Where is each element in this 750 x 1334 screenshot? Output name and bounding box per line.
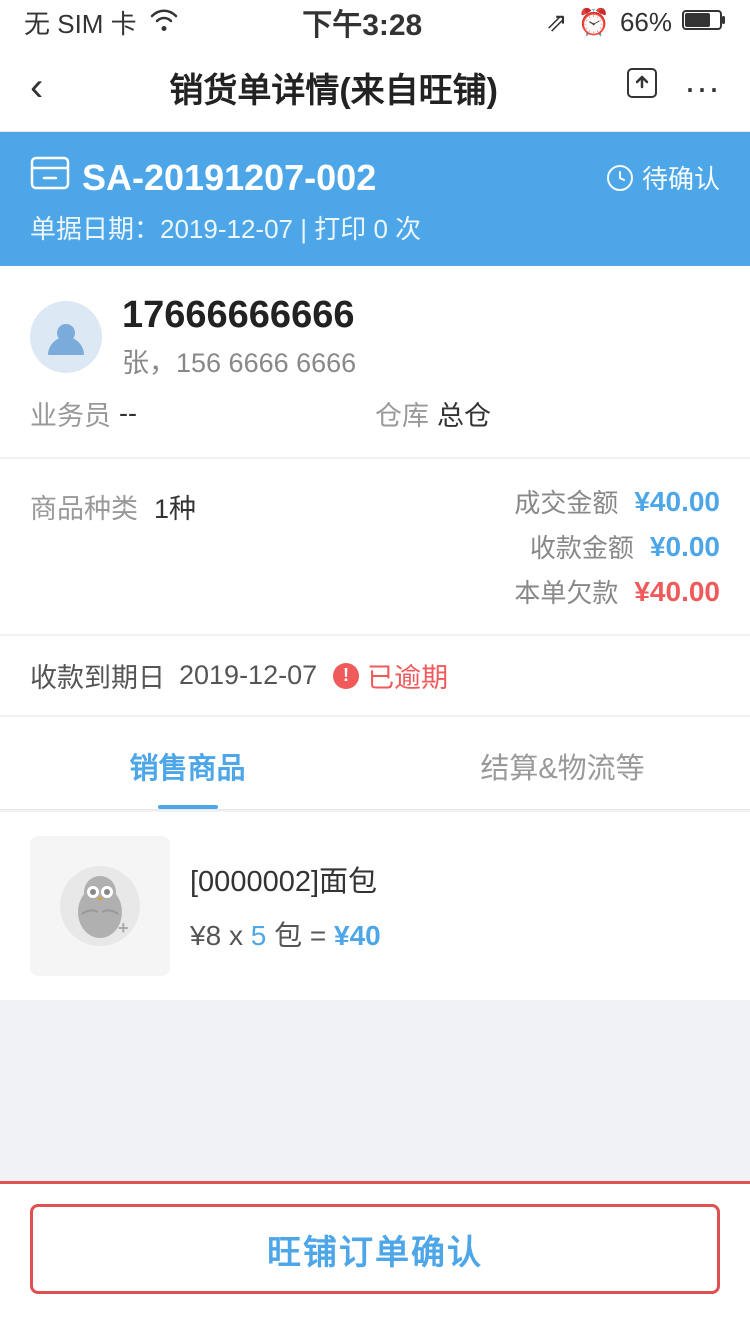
product-quantity: 5 [251, 920, 267, 951]
alarm-icon: ⏰ [578, 7, 610, 38]
product-name: [0000002]面包 [190, 858, 720, 900]
sales-meta: 业务员 -- [30, 394, 375, 433]
svg-text:+: + [118, 918, 129, 938]
status-time: 下午3:28 [302, 0, 422, 44]
confirm-button[interactable]: 旺铺订单确认 [30, 1204, 720, 1294]
product-type-value: 1种 [154, 487, 196, 526]
owed-label: 本单欠款 [514, 573, 618, 610]
due-date-value: 2019-12-07 [179, 660, 317, 691]
owed-row: 本单欠款 ¥40.00 [514, 573, 720, 610]
customer-avatar [30, 301, 102, 373]
multiply-sign: x [229, 920, 243, 951]
confirm-button-wrap: 旺铺订单确认 [0, 1181, 750, 1334]
product-type-label: 商品种类 [30, 487, 138, 526]
battery-label: 66% [620, 7, 672, 38]
warehouse-meta: 仓库 总仓 [375, 394, 720, 433]
transaction-row: 成交金额 ¥40.00 [514, 483, 720, 520]
status-bar-left: 无 SIM 卡 [24, 4, 179, 41]
tab-settlement[interactable]: 结算&物流等 [375, 717, 750, 809]
wifi-icon [149, 7, 179, 38]
order-status: 待确认 [606, 159, 720, 196]
product-card: + [0000002]面包 ¥8 x 5 包 = ¥40 [0, 812, 750, 1000]
tab-products[interactable]: 销售商品 [0, 717, 375, 809]
share-icon[interactable] [624, 65, 660, 110]
customer-meta: 业务员 -- 仓库 总仓 [30, 394, 720, 433]
product-image: + [30, 836, 170, 976]
more-icon[interactable]: ··· [684, 67, 720, 109]
nav-bar: ‹ 销货单详情(来自旺铺) ··· [0, 44, 750, 132]
location-icon: ⇗ [546, 7, 568, 38]
customer-card: 17666666666 张，156 6666 6666 业务员 -- 仓库 总仓 [0, 266, 750, 457]
product-price: ¥8 [190, 920, 221, 951]
battery-icon [682, 7, 726, 38]
overdue-text: 已逾期 [367, 656, 448, 695]
summary-card: 商品种类 1种 成交金额 ¥40.00 收款金额 ¥0.00 本单欠款 ¥40.… [0, 459, 750, 634]
amounts: 成交金额 ¥40.00 收款金额 ¥0.00 本单欠款 ¥40.00 [514, 483, 720, 610]
transaction-value: ¥40.00 [634, 486, 720, 518]
product-type: 商品种类 1种 [30, 483, 196, 526]
svg-text:!: ! [343, 665, 349, 685]
due-date-label: 收款到期日 [30, 656, 165, 695]
customer-name: 张，156 6666 6666 [122, 341, 356, 380]
transaction-label: 成交金额 [514, 483, 618, 520]
product-total: ¥40 [334, 920, 381, 951]
received-row: 收款金额 ¥0.00 [530, 528, 720, 565]
carrier-label: 无 SIM 卡 [24, 4, 137, 41]
product-info: [0000002]面包 ¥8 x 5 包 = ¥40 [190, 836, 720, 976]
page-title: 销货单详情(来自旺铺) [169, 63, 498, 112]
customer-phone: 17666666666 [122, 294, 356, 337]
status-bar: 无 SIM 卡 下午3:28 ⇗ ⏰ 66% [0, 0, 750, 44]
warehouse-value: 总仓 [437, 394, 491, 433]
warehouse-label: 仓库 [375, 394, 429, 433]
sales-label: 业务员 [30, 394, 111, 433]
order-date: 单据日期：2019-12-07 | 打印 0 次 [30, 209, 720, 246]
tabs-container: 销售商品 结算&物流等 [0, 717, 750, 810]
received-label: 收款金额 [530, 528, 634, 565]
status-text: 待确认 [642, 159, 720, 196]
nav-actions: ··· [624, 65, 720, 110]
customer-info: 17666666666 张，156 6666 6666 [122, 294, 356, 380]
product-price-row: ¥8 x 5 包 = ¥40 [190, 914, 720, 954]
overdue-badge: ! 已逾期 [331, 656, 448, 695]
sales-value: -- [119, 398, 137, 429]
back-button[interactable]: ‹ [30, 65, 43, 110]
inbox-icon [30, 156, 70, 199]
due-card: 收款到期日 2019-12-07 ! 已逾期 [0, 636, 750, 715]
order-id-row: SA-20191207-002 [30, 156, 376, 199]
order-header: SA-20191207-002 待确认 单据日期：2019-12-07 | 打印… [0, 132, 750, 266]
status-bar-right: ⇗ ⏰ 66% [546, 7, 726, 38]
received-value: ¥0.00 [650, 531, 720, 563]
owed-value: ¥40.00 [634, 576, 720, 608]
order-id-text: SA-20191207-002 [82, 157, 376, 199]
